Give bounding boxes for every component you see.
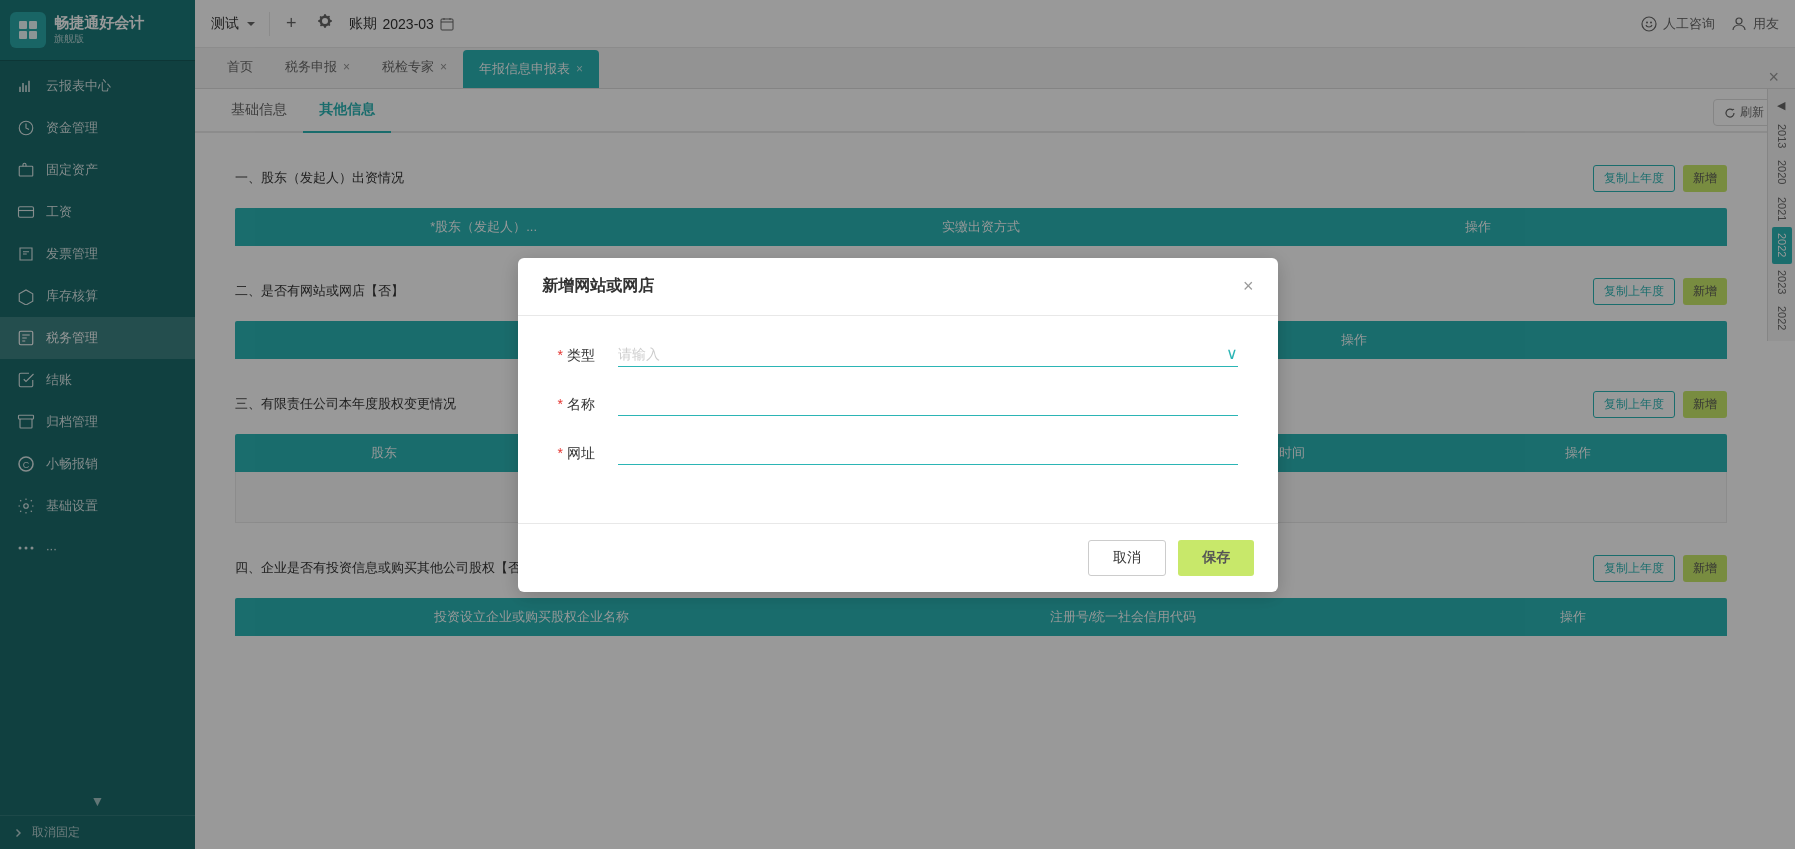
form-field-name: * 名称 [558,395,1238,416]
url-label: * 网址 [558,445,608,463]
type-dropdown-arrow[interactable]: ∨ [1226,344,1238,363]
name-input[interactable] [618,395,1238,411]
url-input-wrapper[interactable] [618,444,1238,465]
modal-header: 新增网站或网店 × [518,258,1278,316]
modal-overlay: 新增网站或网店 × * 类型 ∨ * 名称 [0,0,1795,849]
type-input[interactable] [618,346,1238,362]
modal-body: * 类型 ∨ * 名称 * [518,316,1278,523]
type-input-wrapper[interactable]: ∨ [618,346,1238,367]
cancel-button[interactable]: 取消 [1088,540,1166,576]
name-label: * 名称 [558,396,608,414]
url-input[interactable] [618,444,1238,460]
form-field-url: * 网址 [558,444,1238,465]
name-input-wrapper[interactable] [618,395,1238,416]
save-button[interactable]: 保存 [1178,540,1254,576]
form-field-type: * 类型 ∨ [558,346,1238,367]
modal-add-website: 新增网站或网店 × * 类型 ∨ * 名称 [518,258,1278,592]
type-label: * 类型 [558,347,608,365]
modal-footer: 取消 保存 [518,523,1278,592]
modal-close-button[interactable]: × [1243,276,1254,297]
modal-title: 新增网站或网店 [542,276,654,297]
